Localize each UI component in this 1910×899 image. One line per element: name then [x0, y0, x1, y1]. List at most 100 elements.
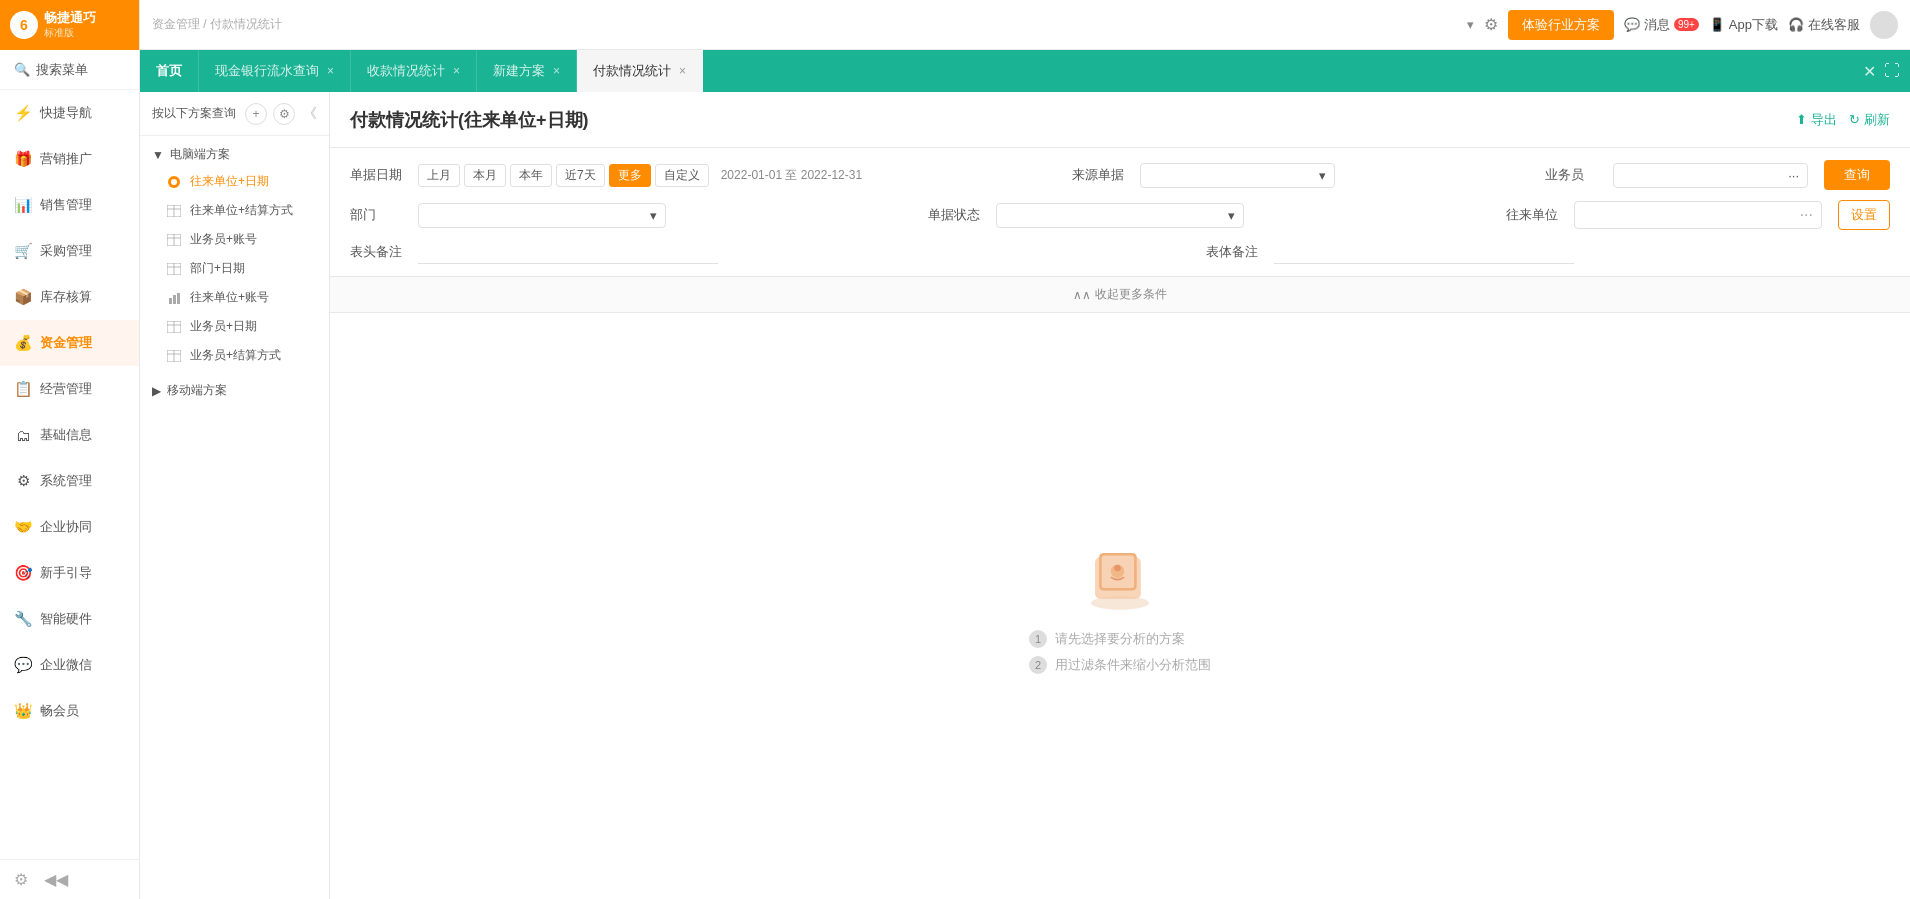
scheme-item-counterpart-account[interactable]: 往来单位+账号 — [140, 283, 329, 312]
sidebar-nav: ⚡ 快捷导航 🎁 营销推广 📊 销售管理 🛒 采购管理 📦 库存核算 💰 资金管… — [0, 90, 139, 859]
refresh-btn[interactable]: ↻ 刷新 — [1849, 111, 1890, 129]
date-more-btn[interactable]: 更多 — [609, 164, 651, 187]
tab-new-scheme[interactable]: 新建方案 × — [477, 50, 577, 92]
scheme-item-salesman-account[interactable]: 业务员+账号 — [140, 225, 329, 254]
scheme-item-salesman-payment[interactable]: 业务员+结算方式 — [140, 341, 329, 370]
tab-collection-close[interactable]: × — [453, 64, 460, 78]
logo-text: 畅捷通巧 标准版 — [44, 10, 96, 40]
tab-new-scheme-close[interactable]: × — [553, 64, 560, 78]
dept-select[interactable]: ▾ — [418, 203, 666, 228]
sales-icon: 📊 — [14, 196, 32, 214]
svg-rect-13 — [177, 293, 180, 304]
scheme-settings-btn[interactable]: ⚙ — [273, 103, 295, 125]
sidebar-logo: 6 畅捷通巧 标准版 — [0, 0, 139, 50]
header-note-input[interactable] — [418, 240, 718, 264]
hardware-icon: 🔧 — [14, 610, 32, 628]
customer-service-btn[interactable]: 🎧 在线客服 — [1788, 16, 1860, 34]
empty-hint-2: 2 用过滤条件来缩小分析范围 — [1029, 656, 1211, 674]
operation-icon: 📋 — [14, 380, 32, 398]
tab-payment-close[interactable]: × — [679, 64, 686, 78]
scheme-item-salesman-date[interactable]: 业务员+日期 — [140, 312, 329, 341]
app-download-btn[interactable]: 📱 App下载 — [1709, 16, 1778, 34]
source-label: 来源单据 — [1072, 166, 1124, 184]
salesman-dots: ··· — [1788, 168, 1799, 183]
messages-btn[interactable]: 💬 消息 99+ — [1624, 16, 1699, 34]
tab-collection[interactable]: 收款情况统计 × — [351, 50, 477, 92]
collapse-left-panel-btn[interactable]: 《 — [303, 105, 317, 123]
scheme-item-counterpart-date[interactable]: 往来单位+日期 — [140, 167, 329, 196]
left-panel-icons: + ⚙ — [245, 103, 295, 125]
mobile-group-header[interactable]: ▶ 移动端方案 — [140, 376, 329, 405]
sidebar-item-marketing[interactable]: 🎁 营销推广 — [0, 136, 139, 182]
query-btn[interactable]: 查询 — [1824, 160, 1890, 190]
sidebar-item-weixin[interactable]: 💬 企业微信 — [0, 642, 139, 688]
tabbar-end: ✕ ⛶ — [1853, 50, 1910, 92]
sidebar-item-purchase[interactable]: 🛒 采购管理 — [0, 228, 139, 274]
sidebar-item-hardware[interactable]: 🔧 智能硬件 — [0, 596, 139, 642]
collapse-sidebar-icon[interactable]: ◀◀ — [44, 870, 68, 889]
counterpart-select[interactable]: ··· — [1574, 201, 1822, 229]
sidebar-item-finance[interactable]: 💰 资金管理 — [0, 320, 139, 366]
dept-select-arrow: ▾ — [650, 208, 657, 223]
date-7days-btn[interactable]: 近7天 — [556, 164, 605, 187]
svg-rect-11 — [169, 298, 172, 304]
table-scheme-icon2 — [166, 232, 182, 248]
date-this-month-btn[interactable]: 本月 — [464, 164, 506, 187]
breadcrumb-dropdown-icon[interactable]: ▾ — [1467, 17, 1474, 32]
refresh-icon: ↻ — [1849, 112, 1860, 127]
scheme-item-dept-date[interactable]: 部门+日期 — [140, 254, 329, 283]
tab-payment[interactable]: 付款情况统计 × — [577, 50, 703, 92]
search-menu-item[interactable]: 🔍 搜索菜单 — [0, 50, 139, 90]
finance-icon: 💰 — [14, 334, 32, 352]
sidebar-item-cooperation[interactable]: 🤝 企业协同 — [0, 504, 139, 550]
salesman-select[interactable]: ··· — [1613, 163, 1808, 188]
sidebar-item-guide[interactable]: 🎯 新手引导 — [0, 550, 139, 596]
sidebar-item-operation[interactable]: 📋 经营管理 — [0, 366, 139, 412]
topbar-settings-icon[interactable]: ⚙ — [1484, 15, 1498, 34]
sidebar-item-sales[interactable]: 📊 销售管理 — [0, 182, 139, 228]
svg-point-25 — [1114, 565, 1121, 572]
message-icon: 💬 — [1624, 17, 1640, 32]
desktop-group-arrow: ▼ — [152, 148, 164, 162]
collapse-bar: ∧∧ 收起更多条件 — [330, 277, 1910, 313]
system-icon: ⚙ — [14, 472, 32, 490]
doc-status-label: 单据状态 — [928, 206, 980, 224]
tab-close-all-icon[interactable]: ✕ — [1863, 62, 1876, 81]
sidebar-item-system[interactable]: ⚙ 系统管理 — [0, 458, 139, 504]
export-btn[interactable]: ⬆ 导出 — [1796, 111, 1837, 129]
source-select[interactable]: ▾ — [1140, 163, 1335, 188]
date-last-month-btn[interactable]: 上月 — [418, 164, 460, 187]
mobile-group-arrow: ▶ — [152, 384, 161, 398]
sidebar-item-member[interactable]: 👑 畅会员 — [0, 688, 139, 734]
settings-btn[interactable]: 设置 — [1838, 200, 1890, 230]
date-range-text: 2022-01-01 至 2022-12-31 — [721, 167, 862, 184]
tab-cash-flow[interactable]: 现金银行流水查询 × — [199, 50, 351, 92]
service-icon: 🎧 — [1788, 17, 1804, 32]
desktop-scheme-group: ▼ 电脑端方案 往来单位+日期 往来单位+结算方式 — [140, 136, 329, 376]
body-note-input[interactable] — [1274, 240, 1574, 264]
settings-bottom-icon[interactable]: ⚙ — [14, 870, 28, 889]
collapse-more-btn[interactable]: ∧∧ 收起更多条件 — [1073, 286, 1167, 303]
sidebar-item-basic-info[interactable]: 🗂 基础信息 — [0, 412, 139, 458]
user-avatar[interactable] — [1870, 11, 1898, 39]
body-note-label: 表体备注 — [1206, 243, 1258, 261]
sidebar-bottom: ⚙ ◀◀ — [0, 859, 139, 899]
add-scheme-btn[interactable]: + — [245, 103, 267, 125]
left-panel-header: 按以下方案查询 + ⚙ 《 — [140, 92, 329, 136]
counterpart-label: 往来单位 — [1506, 206, 1558, 224]
tab-cash-flow-close[interactable]: × — [327, 64, 334, 78]
doc-status-select[interactable]: ▾ — [996, 203, 1244, 228]
trial-btn[interactable]: 体验行业方案 — [1508, 10, 1614, 40]
date-this-year-btn[interactable]: 本年 — [510, 164, 552, 187]
sidebar-item-inventory[interactable]: 📦 库存核算 — [0, 274, 139, 320]
scheme-item-counterpart-payment[interactable]: 往来单位+结算方式 — [140, 196, 329, 225]
sidebar-item-quick-nav[interactable]: ⚡ 快捷导航 — [0, 90, 139, 136]
empty-hint-1: 1 请先选择要分析的方案 — [1029, 630, 1211, 648]
table-scheme-icon3 — [166, 261, 182, 277]
desktop-group-header[interactable]: ▼ 电脑端方案 — [140, 142, 329, 167]
date-custom-btn[interactable]: 自定义 — [655, 164, 709, 187]
export-icon: ⬆ — [1796, 112, 1807, 127]
tab-home[interactable]: 首页 — [140, 50, 199, 92]
tab-expand-icon[interactable]: ⛶ — [1884, 62, 1900, 80]
right-panel: 付款情况统计(往来单位+日期) ⬆ 导出 ↻ 刷新 单据日期 — [330, 92, 1910, 899]
